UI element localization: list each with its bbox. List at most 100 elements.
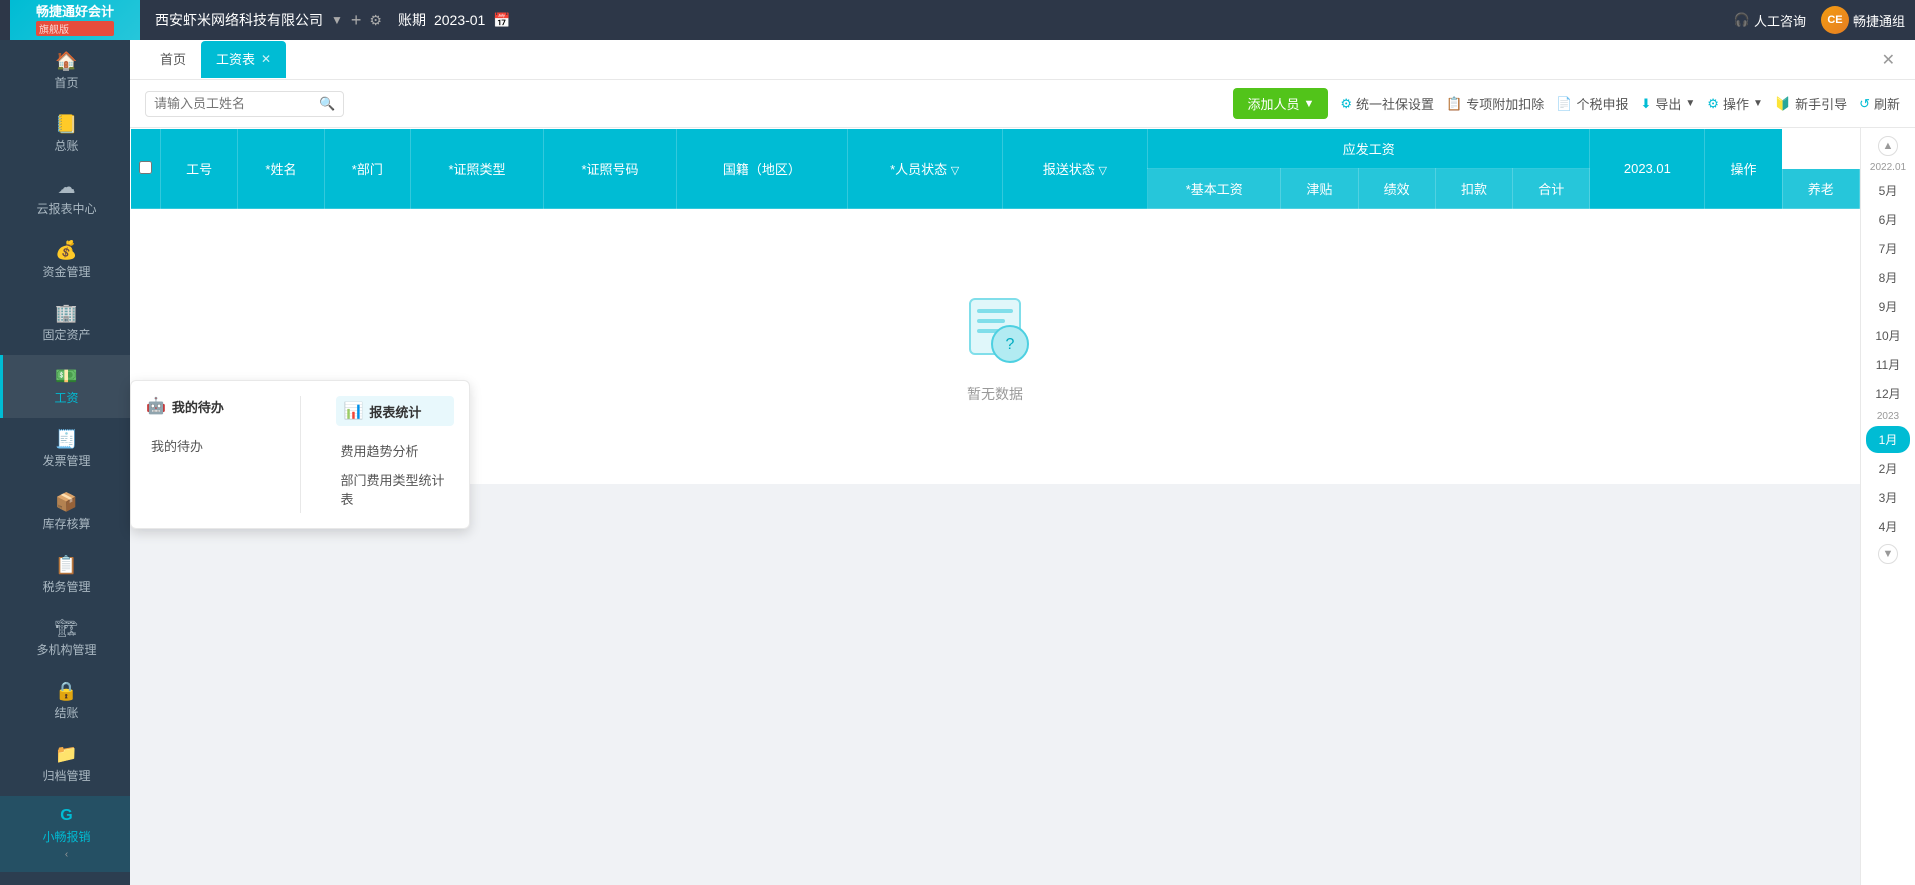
sidebar-label-cloud: 云报表中心 — [36, 200, 96, 217]
support-label: 人工咨询 — [1754, 11, 1806, 30]
sidebar-item-archive[interactable]: 📁 归档管理 — [0, 733, 130, 796]
xiaochang-icon: G — [60, 808, 72, 824]
empty-illustration: ? — [955, 289, 1035, 369]
report-status-filter-icon[interactable]: ▽ — [1098, 165, 1106, 177]
new-guide-toolbar-label: 新手引导 — [1795, 94, 1847, 113]
sidebar-item-salary[interactable]: 💵 工资 — [0, 355, 130, 418]
company-dropdown-icon[interactable]: ▼ — [331, 13, 343, 27]
settings-icon[interactable]: ⚙ — [369, 12, 382, 29]
subsidy-header: 津贴 — [1281, 169, 1358, 209]
popup-menu: 🤖 我的待办 我的待办 📊 报表统计 费用趋势分析 部门费用类型统计表 — [130, 380, 470, 529]
timeline-month-6[interactable]: 6月 — [1866, 206, 1910, 233]
salary-group-header: 应发工资 — [1148, 129, 1590, 169]
popup-item-dept-expense[interactable]: 部门费用类型统计表 — [336, 465, 455, 513]
archive-icon: 📁 — [55, 745, 77, 763]
special-deduct-btn[interactable]: 📋 专项附加扣除 — [1446, 94, 1544, 113]
timeline-month-11[interactable]: 11月 — [1866, 351, 1910, 378]
operation-btn[interactable]: ⚙ 操作 ▼ — [1707, 94, 1763, 113]
sidebar-label-home: 首页 — [54, 74, 78, 91]
timeline-month-5[interactable]: 5月 — [1866, 177, 1910, 204]
export-btn[interactable]: ⬇ 导出 ▼ — [1640, 94, 1695, 113]
sidebar-item-closing[interactable]: 🔒 结账 — [0, 670, 130, 733]
toolbar: 🔍 添加人员 ▼ ⚙ 统一社保设置 📋 专项附加扣除 📄 个税申报 — [130, 80, 1915, 128]
search-wrap: 🔍 — [145, 91, 344, 117]
timeline-year-2023: 2023 — [1877, 408, 1899, 425]
company-selector[interactable]: 西安虾米网络科技有限公司 ▼ + ⚙ 账期 2023-01 📅 — [140, 10, 526, 31]
timeline-month-8[interactable]: 8月 — [1866, 264, 1910, 291]
refresh-label: 刷新 — [1874, 94, 1900, 113]
total-header: 合计 — [1513, 169, 1590, 209]
header-right: 🎧 人工咨询 CE 畅捷通组 — [1734, 6, 1905, 34]
personal-tax-label: 个税申报 — [1576, 94, 1628, 113]
sidebar-item-xiaochang[interactable]: G 小畅报销 ‹ — [0, 796, 130, 872]
timeline-month-3[interactable]: 3月 — [1866, 484, 1910, 511]
checkbox-header[interactable] — [131, 129, 161, 209]
operation-dropdown-icon: ▼ — [1753, 98, 1763, 109]
timeline-up-nav[interactable]: ▲ — [1878, 136, 1898, 156]
add-company-icon[interactable]: + — [351, 10, 362, 31]
timeline-month-9[interactable]: 9月 — [1866, 293, 1910, 320]
search-input[interactable] — [154, 96, 314, 111]
cloud-icon: ☁ — [58, 178, 76, 196]
tab-home[interactable]: 首页 — [145, 41, 201, 78]
select-all-checkbox[interactable] — [139, 161, 152, 174]
timeline-month-2[interactable]: 2月 — [1866, 455, 1910, 482]
refresh-btn[interactable]: ↺ 刷新 — [1859, 94, 1900, 113]
sidebar-item-tax[interactable]: 📋 税务管理 — [0, 544, 130, 607]
basic-salary-header: *基本工资 — [1148, 169, 1281, 209]
sidebar-label-tax: 税务管理 — [42, 578, 90, 595]
personal-tax-btn[interactable]: 📄 个税申报 — [1556, 94, 1628, 113]
search-icon[interactable]: 🔍 — [319, 96, 335, 112]
timeline-month-4[interactable]: 4月 — [1866, 513, 1910, 540]
period-label: 账期 — [398, 10, 426, 30]
id-type-header: *证照类型 — [410, 129, 543, 209]
home-icon: 🏠 — [55, 52, 77, 70]
timeline-year-2022: 2022.01 — [1870, 159, 1906, 176]
sidebar-item-fixed-assets[interactable]: 🏢 固定资产 — [0, 292, 130, 355]
popup-item-expense-trend[interactable]: 费用趋势分析 — [336, 436, 455, 465]
pension-header: 养老 — [1782, 169, 1859, 209]
sidebar-label-archive: 归档管理 — [42, 767, 90, 784]
sidebar-item-cloud-report[interactable]: ☁ 云报表中心 — [0, 166, 130, 229]
operation-icon: ⚙ — [1707, 96, 1719, 112]
social-insurance-btn[interactable]: ⚙ 统一社保设置 — [1340, 94, 1434, 113]
tab-close-icon[interactable]: ✕ — [261, 52, 271, 66]
popup-item-my-pending[interactable]: 我的待办 — [146, 431, 265, 460]
user-area[interactable]: CE 畅捷通组 — [1821, 6, 1905, 34]
multi-org-icon: 🏗 — [55, 619, 78, 637]
timeline-month-1[interactable]: 1月 — [1866, 426, 1910, 453]
sidebar-item-basic-settings[interactable]: ⚙ 基础设置 — [0, 872, 130, 885]
popup-item-dept-label: 部门费用类型统计表 — [341, 470, 450, 508]
sidebar-label-inventory: 库存核算 — [42, 515, 90, 532]
sidebar-item-multi-org[interactable]: 🏗 多机构管理 — [0, 607, 130, 670]
sidebar-item-home[interactable]: 🏠 首页 — [0, 40, 130, 103]
timeline-month-7[interactable]: 7月 — [1866, 235, 1910, 262]
support-btn[interactable]: 🎧 人工咨询 — [1734, 11, 1806, 30]
period-value[interactable]: 2023-01 — [434, 12, 485, 28]
sidebar-item-ledger[interactable]: 📒 总账 — [0, 103, 130, 166]
sidebar-collapse-icon[interactable]: ‹ — [65, 849, 68, 860]
logo-text: 畅捷通好会计 — [36, 4, 114, 20]
deductions-header: 扣款 — [1435, 169, 1512, 209]
top-header: 畅捷通好会计 旗舰版 西安虾米网络科技有限公司 ▼ + ⚙ 账期 2023-01… — [0, 0, 1915, 40]
sidebar-label-xiaochang: 小畅报销 — [42, 828, 90, 845]
country-header: 国籍（地区） — [677, 129, 848, 209]
timeline-month-10[interactable]: 10月 — [1866, 322, 1910, 349]
report-icon: 📊 — [344, 401, 364, 421]
sidebar-item-inventory[interactable]: 📦 库存核算 — [0, 481, 130, 544]
empty-text: 暂无数据 — [967, 384, 1023, 404]
add-person-button[interactable]: 添加人员 ▼ — [1233, 88, 1328, 119]
tab-close-main-icon[interactable]: ✕ — [1877, 45, 1900, 75]
person-status-filter-icon[interactable]: ▽ — [951, 165, 959, 177]
sidebar-label-fund: 资金管理 — [42, 263, 90, 280]
sidebar-item-fund[interactable]: 💰 资金管理 — [0, 229, 130, 292]
calendar-icon[interactable]: 📅 — [493, 12, 510, 29]
tab-salary[interactable]: 工资表 ✕ — [201, 41, 286, 78]
sidebar-item-invoice[interactable]: 🧾 发票管理 — [0, 418, 130, 481]
ledger-icon: 📒 — [55, 115, 77, 133]
timeline-down-nav[interactable]: ▼ — [1878, 544, 1898, 564]
new-guide-toolbar-btn[interactable]: 🔰 新手引导 — [1775, 94, 1847, 113]
inventory-icon: 📦 — [55, 493, 77, 511]
timeline-month-12[interactable]: 12月 — [1866, 380, 1910, 407]
popup-item-my-pending-label: 我的待办 — [151, 436, 203, 455]
